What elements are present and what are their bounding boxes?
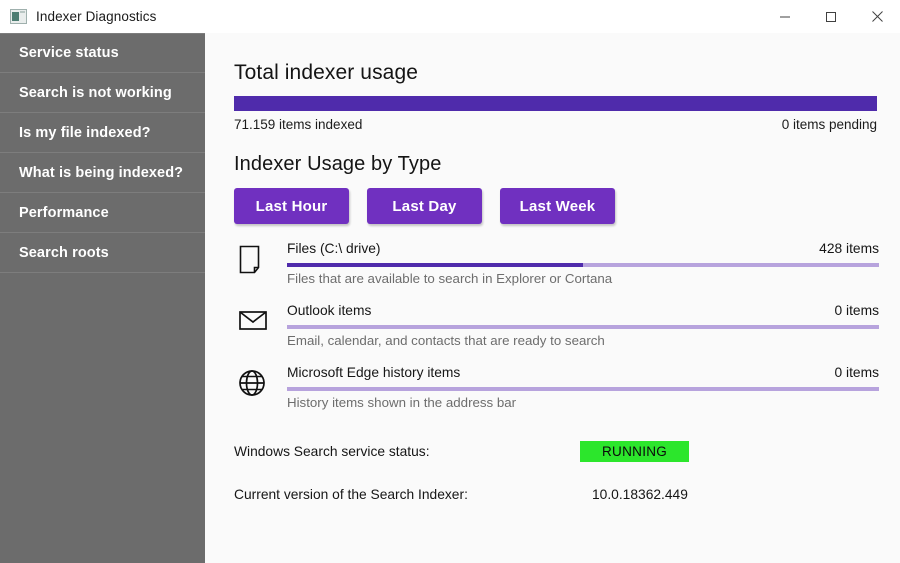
indexer-usage-by-type-heading: Indexer Usage by Type bbox=[234, 153, 441, 176]
sidebar-item-label: What is being indexed? bbox=[19, 165, 183, 181]
usage-row-label: Outlook items bbox=[287, 303, 371, 318]
usage-row-edge-history: Microsoft Edge history items 0 items His… bbox=[234, 363, 879, 425]
usage-row-progressbar bbox=[287, 325, 879, 329]
status-badge: RUNNING bbox=[580, 441, 689, 462]
last-hour-button[interactable]: Last Hour bbox=[234, 188, 349, 224]
usage-row-progress-fill bbox=[287, 263, 583, 267]
title-bar: Indexer Diagnostics bbox=[0, 0, 900, 33]
window-title: Indexer Diagnostics bbox=[36, 9, 156, 24]
sidebar-item-search-is-not-working[interactable]: Search is not working bbox=[0, 73, 205, 113]
usage-row-count: 428 items bbox=[819, 241, 879, 256]
status-block: Windows Search service status: RUNNING C… bbox=[234, 444, 879, 530]
sidebar-item-label: Is my file indexed? bbox=[19, 125, 151, 141]
usage-row-description: Email, calendar, and contacts that are r… bbox=[287, 333, 605, 348]
sidebar-item-label: Performance bbox=[19, 205, 109, 221]
window-controls bbox=[762, 0, 900, 33]
usage-row-count: 0 items bbox=[835, 303, 879, 318]
envelope-icon bbox=[238, 307, 268, 337]
usage-row-count: 0 items bbox=[835, 365, 879, 380]
items-pending-text: 0 items pending bbox=[782, 117, 877, 132]
sidebar-item-label: Search roots bbox=[19, 245, 109, 261]
usage-row-description: Files that are available to search in Ex… bbox=[287, 271, 612, 286]
usage-row-description: History items shown in the address bar bbox=[287, 395, 516, 410]
sidebar-item-label: Service status bbox=[19, 45, 119, 61]
version-label: Current version of the Search Indexer: bbox=[234, 487, 468, 502]
last-week-button[interactable]: Last Week bbox=[500, 188, 615, 224]
items-indexed-text: 71.159 items indexed bbox=[234, 117, 362, 132]
usage-row-label: Files (C:\ drive) bbox=[287, 241, 381, 256]
title-bar-left: Indexer Diagnostics bbox=[0, 9, 762, 24]
version-value: 10.0.18362.449 bbox=[592, 487, 688, 502]
total-indexer-usage-heading: Total indexer usage bbox=[234, 61, 418, 85]
usage-row-outlook: Outlook items 0 items Email, calendar, a… bbox=[234, 301, 879, 363]
sidebar: Service status Search is not working Is … bbox=[0, 33, 205, 563]
usage-row-progressbar bbox=[287, 387, 879, 391]
app-window-icon bbox=[10, 9, 27, 24]
service-status-label: Windows Search service status: bbox=[234, 444, 430, 459]
sidebar-item-service-status[interactable]: Service status bbox=[0, 33, 205, 73]
maximize-icon[interactable] bbox=[808, 0, 854, 33]
time-range-buttons: Last Hour Last Day Last Week bbox=[234, 188, 615, 224]
globe-icon bbox=[238, 369, 268, 399]
usage-row-progressbar bbox=[287, 263, 879, 267]
usage-rows: Files (C:\ drive) 428 items Files that a… bbox=[234, 239, 879, 425]
minimize-icon[interactable] bbox=[762, 0, 808, 33]
document-icon bbox=[238, 245, 268, 275]
usage-row-files: Files (C:\ drive) 428 items Files that a… bbox=[234, 239, 879, 301]
main-content: Total indexer usage 71.159 items indexed… bbox=[205, 33, 900, 563]
sidebar-item-what-is-being-indexed[interactable]: What is being indexed? bbox=[0, 153, 205, 193]
total-usage-progress-fill bbox=[234, 96, 877, 111]
total-usage-progressbar bbox=[234, 96, 877, 111]
version-line: Current version of the Search Indexer: 1… bbox=[234, 487, 879, 530]
sidebar-item-is-my-file-indexed[interactable]: Is my file indexed? bbox=[0, 113, 205, 153]
indexer-diagnostics-window: Indexer Diagnostics Service status Searc… bbox=[0, 0, 900, 563]
close-icon[interactable] bbox=[854, 0, 900, 33]
last-day-button[interactable]: Last Day bbox=[367, 188, 482, 224]
sidebar-item-performance[interactable]: Performance bbox=[0, 193, 205, 233]
sidebar-item-label: Search is not working bbox=[19, 85, 172, 101]
usage-row-label: Microsoft Edge history items bbox=[287, 365, 460, 380]
service-status-line: Windows Search service status: RUNNING bbox=[234, 444, 879, 487]
sidebar-item-search-roots[interactable]: Search roots bbox=[0, 233, 205, 273]
